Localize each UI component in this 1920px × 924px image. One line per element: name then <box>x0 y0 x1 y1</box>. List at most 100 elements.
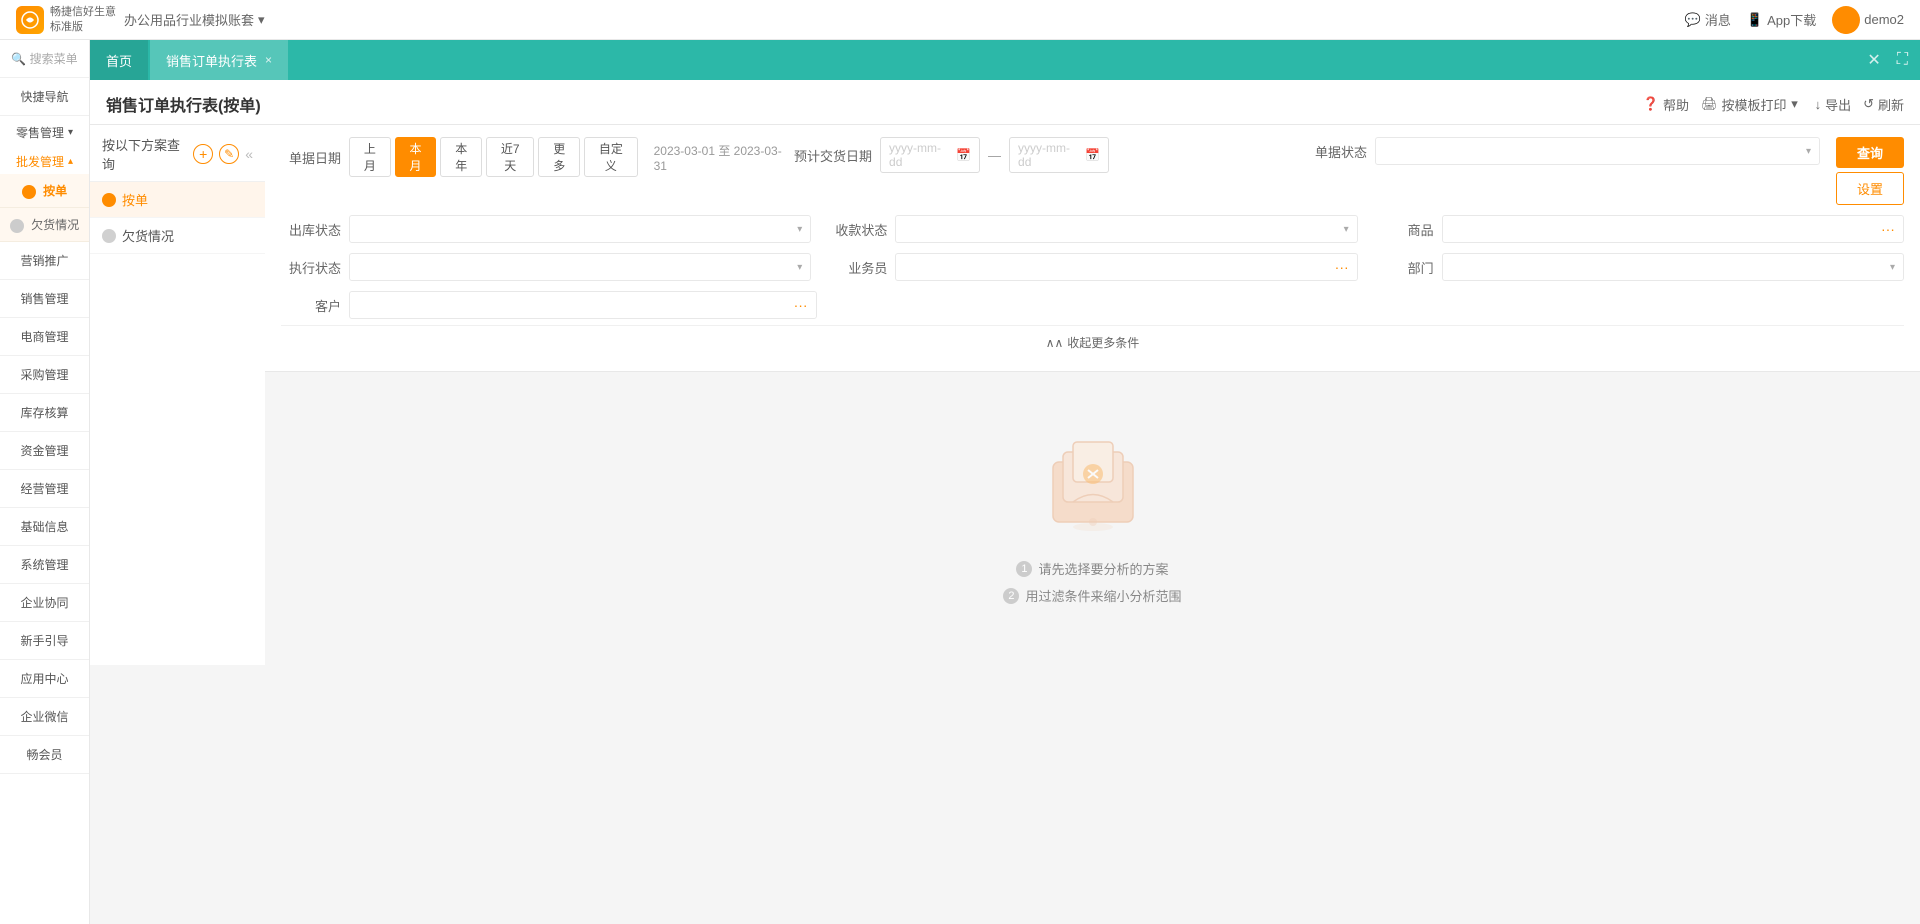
date-btn-last7[interactable]: 近7天 <box>486 137 534 177</box>
user-menu[interactable]: demo2 <box>1832 6 1904 34</box>
customer-label: 客户 <box>281 296 341 315</box>
print-button[interactable]: 🖨 按模板打印 <box>1701 95 1787 114</box>
tab-bar: 首页 销售订单执行表 × ✕ ⛶ <box>90 40 1920 80</box>
goods-dots-icon[interactable]: ··· <box>1881 221 1895 237</box>
date-btn-curr-month[interactable]: 本月 <box>395 137 437 177</box>
help-icon: ❓ <box>1643 96 1659 112</box>
out-status-select[interactable]: ▾ <box>349 215 811 243</box>
sidebar-item-debt[interactable]: 欠货情况 <box>0 208 89 242</box>
print-dropdown-button[interactable]: ▾ <box>1787 93 1803 115</box>
filter-row-2: 出库状态 ▾ 收款状态 ▾ <box>281 215 1904 243</box>
scheme-edit-button[interactable]: ✎ <box>219 144 239 164</box>
export-icon: ↓ <box>1815 97 1822 112</box>
scheme-header: 按以下方案查询 + ✎ « <box>90 125 265 182</box>
collect-status-select[interactable]: ▾ <box>895 215 1357 243</box>
export-button[interactable]: ↓ 导出 <box>1815 95 1852 114</box>
sidebar-item-ecommerce[interactable]: 电商管理 <box>0 318 89 356</box>
date-range-separator: — <box>988 148 1001 163</box>
sidebar-item-member[interactable]: 畅会员 <box>0 736 89 774</box>
sidebar-item-apps[interactable]: 应用中心 <box>0 660 89 698</box>
filter-panel: 单据日期 上月 本月 本年 近7天 更多 自定义 2023-03-01 至 20… <box>265 125 1920 372</box>
sidebar-item-shortcut[interactable]: 快捷导航 <box>0 78 89 116</box>
scheme-item-order[interactable]: 按单 <box>90 182 265 218</box>
query-button[interactable]: 查询 <box>1836 137 1904 168</box>
expected-date-label: 预计交货日期 <box>794 146 872 165</box>
content-area: 首页 销售订单执行表 × ✕ ⛶ 销售订单执行表(按单) ❓ 帮助 <box>90 40 1920 924</box>
sidebar-item-finance[interactable]: 资金管理 <box>0 432 89 470</box>
exec-status-label: 执行状态 <box>281 258 341 277</box>
help-button[interactable]: ❓ 帮助 <box>1643 95 1689 114</box>
phone-icon: 📱 <box>1747 12 1763 28</box>
tab-close-button[interactable]: ✕ <box>1863 46 1884 74</box>
avatar <box>1832 6 1860 34</box>
exec-status-select[interactable]: ▾ <box>349 253 811 281</box>
tab-home[interactable]: 首页 <box>90 40 148 80</box>
collapse-button[interactable]: ∧∧ 收起更多条件 <box>281 330 1904 355</box>
sidebar: 🔍 搜索菜单 快捷导航 零售管理 ▾ 批发管理 ▴ 按单 欠货情况 <box>0 40 90 924</box>
right-content: 单据日期 上月 本月 本年 近7天 更多 自定义 2023-03-01 至 20… <box>265 125 1920 665</box>
sidebar-item-operations[interactable]: 经营管理 <box>0 470 89 508</box>
tab-maximize-button[interactable]: ⛶ <box>1893 47 1912 73</box>
set-button[interactable]: 设置 <box>1836 172 1904 205</box>
page-header-actions: ❓ 帮助 🖨 按模板打印 ▾ ↓ 导出 <box>1643 93 1904 115</box>
logo-icon <box>16 6 44 34</box>
date-btn-curr-year[interactable]: 本年 <box>440 137 482 177</box>
search-icon: 🔍 <box>11 52 26 66</box>
sidebar-item-wechat[interactable]: 企业微信 <box>0 698 89 736</box>
sidebar-item-marketing[interactable]: 营销推广 <box>0 242 89 280</box>
expected-date-from-input[interactable]: yyyy-mm-dd 📅 <box>880 137 980 173</box>
sidebar-item-wholesale[interactable]: 批发管理 ▴ <box>0 145 89 174</box>
sidebar-item-sales[interactable]: 销售管理 <box>0 280 89 318</box>
company-selector[interactable]: 办公用品行业模拟账套 ▾ <box>124 10 265 29</box>
salesperson-input[interactable]: ··· <box>895 253 1357 281</box>
filter-expected-date-section: 预计交货日期 yyyy-mm-dd 📅 — yyyy-mm-dd 📅 <box>794 137 1307 173</box>
expected-date-to-input[interactable]: yyyy-mm-dd 📅 <box>1009 137 1109 173</box>
app-download-button[interactable]: 📱 App下载 <box>1747 10 1816 29</box>
sidebar-item-search[interactable]: 🔍 搜索菜单 <box>0 40 89 78</box>
scheme-dot-active <box>102 193 116 207</box>
scheme-add-button[interactable]: + <box>193 144 213 164</box>
sidebar-item-order[interactable]: 按单 <box>0 174 89 208</box>
top-bar-right: 💬 消息 📱 App下载 demo2 <box>1685 6 1904 34</box>
salesperson-dots-icon[interactable]: ··· <box>1335 259 1349 275</box>
sidebar-item-corp[interactable]: 企业协同 <box>0 584 89 622</box>
message-icon: 💬 <box>1685 12 1701 28</box>
empty-illustration <box>1033 432 1153 535</box>
customer-dots-icon[interactable]: ··· <box>794 297 808 313</box>
tab-active[interactable]: 销售订单执行表 × <box>150 40 288 80</box>
date-btn-custom[interactable]: 自定义 <box>584 137 638 177</box>
refresh-icon: ↺ <box>1863 96 1874 112</box>
chevron-down-icon: ▾ <box>68 127 73 138</box>
scheme-collapse-button[interactable]: « <box>245 146 253 162</box>
sidebar-item-purchase[interactable]: 采购管理 <box>0 356 89 394</box>
filter-salesperson-cell: 业务员 ··· <box>827 253 1357 281</box>
scheme-item-debt[interactable]: 欠货情况 <box>90 218 265 254</box>
message-button[interactable]: 💬 消息 <box>1685 10 1731 29</box>
empty-state: 1 请先选择要分析的方案 2 用过滤条件来缩小分析范围 <box>265 372 1920 665</box>
filter-row-1: 单据日期 上月 本月 本年 近7天 更多 自定义 2023-03-01 至 20… <box>281 137 1904 205</box>
status-select[interactable]: ▾ <box>1375 137 1820 165</box>
page-header: 销售订单执行表(按单) ❓ 帮助 🖨 按模板打印 ▾ ↓ <box>90 80 1920 125</box>
sidebar-item-retail[interactable]: 零售管理 ▾ <box>0 116 89 145</box>
refresh-button[interactable]: ↺ 刷新 <box>1863 95 1904 114</box>
tab-close-icon[interactable]: × <box>265 53 272 67</box>
status-select-arrow: ▾ <box>1806 146 1811 157</box>
sidebar-item-newbie[interactable]: 新手引导 <box>0 622 89 660</box>
collapse-row: ∧∧ 收起更多条件 <box>281 325 1904 359</box>
print-icon: 🖨 <box>1701 96 1718 112</box>
sidebar-item-inventory[interactable]: 库存核算 <box>0 394 89 432</box>
filter-exec-status-cell: 执行状态 ▾ <box>281 253 811 281</box>
top-bar-left: 畅捷信好生意 标准版 办公用品行业模拟账套 ▾ <box>16 5 265 34</box>
goods-input[interactable]: ··· <box>1442 215 1904 243</box>
customer-input[interactable]: ··· <box>349 291 817 319</box>
dept-select[interactable]: ▾ <box>1442 253 1904 281</box>
sidebar-item-basic[interactable]: 基础信息 <box>0 508 89 546</box>
filter-customer-cell: 客户 ··· <box>281 291 817 319</box>
sidebar-item-system[interactable]: 系统管理 <box>0 546 89 584</box>
date-btn-prev-month[interactable]: 上月 <box>349 137 391 177</box>
exec-status-arrow: ▾ <box>797 262 802 273</box>
date-btn-more[interactable]: 更多 <box>538 137 580 177</box>
chevron-up-icon: ▴ <box>68 156 73 167</box>
filter-goods-cell: 商品 ··· <box>1374 215 1904 243</box>
out-status-arrow: ▾ <box>797 224 802 235</box>
